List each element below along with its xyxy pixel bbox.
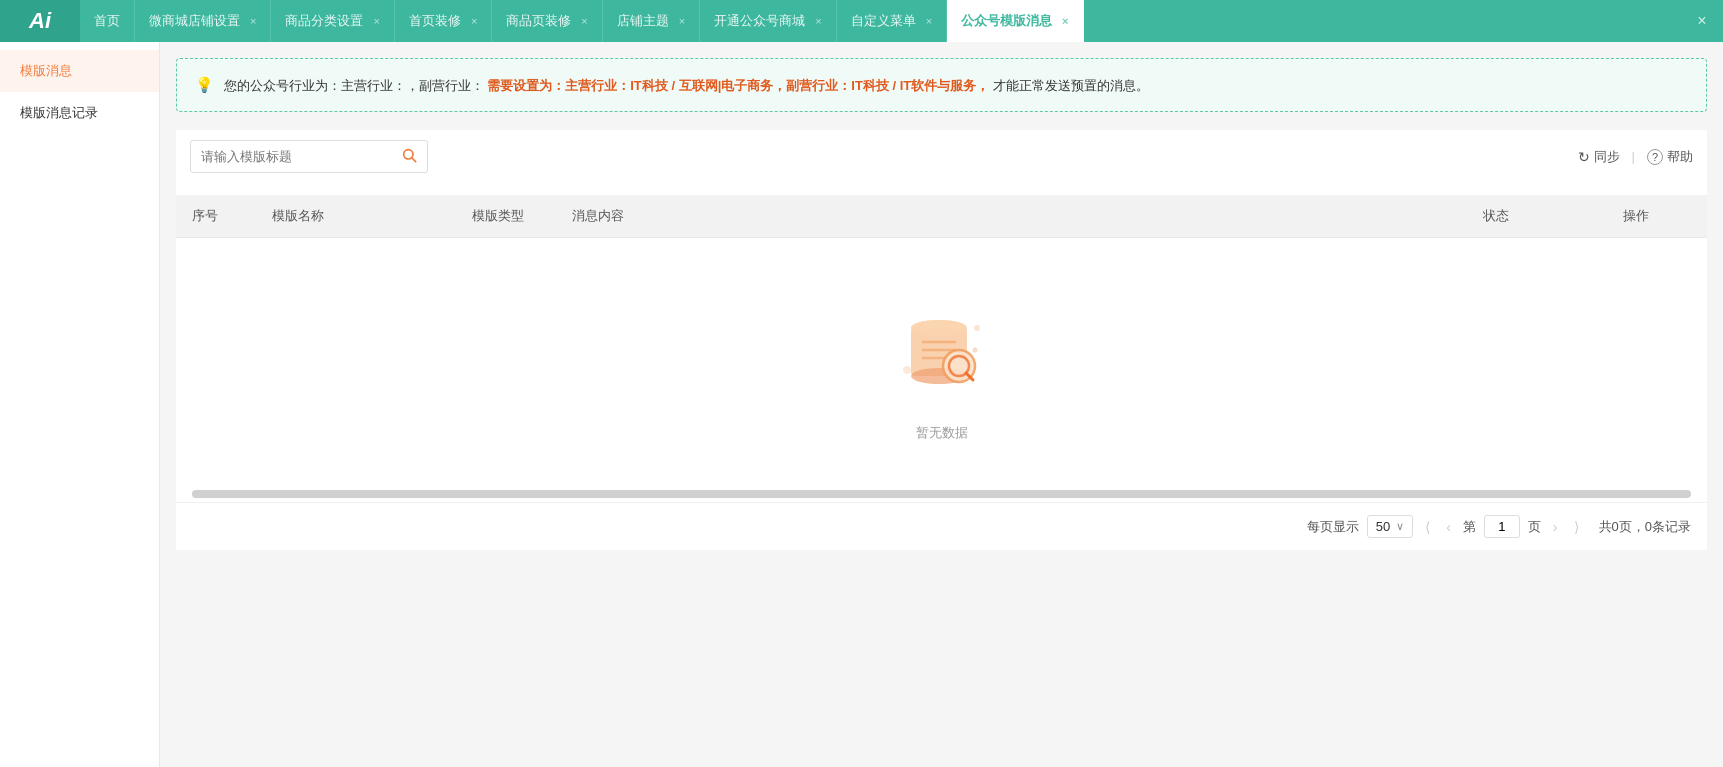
toolbar-right: ↻ 同步 | ? 帮助: [1578, 148, 1693, 166]
close-shop-theme-icon[interactable]: ×: [679, 15, 685, 27]
prev-page-button[interactable]: ‹: [1442, 517, 1455, 537]
col-action: 操作: [1607, 195, 1707, 238]
page-total: 共0页，0条记录: [1599, 518, 1691, 536]
col-content: 消息内容: [556, 195, 1467, 238]
nav-tab-home[interactable]: 首页: [80, 0, 135, 42]
main-layout: 模版消息 模版消息记录 💡 您的公众号行业为：主营行业：，副营行业： 需要设置为…: [0, 42, 1723, 767]
close-product-decor-icon[interactable]: ×: [581, 15, 587, 27]
close-open-mall-icon[interactable]: ×: [815, 15, 821, 27]
search-box: [190, 140, 428, 173]
data-table: 序号 模版名称 模版类型 消息内容 状态 操作: [176, 195, 1707, 238]
nav-tab-custom-menu[interactable]: 自定义菜单 ×: [837, 0, 947, 42]
content-area: 💡 您的公众号行业为：主营行业：，副营行业： 需要设置为：主营行业：IT科技 /…: [160, 42, 1723, 767]
app-logo: Ai: [0, 0, 80, 42]
empty-text: 暂无数据: [916, 424, 968, 442]
table-wrapper: ↻ 同步 | ? 帮助 序号 模版名称 模版类型: [176, 130, 1707, 550]
toolbar-divider: |: [1632, 149, 1635, 164]
table-header-row: 序号 模版名称 模版类型 消息内容 状态 操作: [176, 195, 1707, 238]
page-size-label: 每页显示: [1307, 518, 1359, 536]
nav-tabs: 首页 微商城店铺设置 × 商品分类设置 × 首页装修 × 商品页装修 × 店铺主…: [80, 0, 1681, 42]
nav-tab-shop-settings[interactable]: 微商城店铺设置 ×: [135, 0, 271, 42]
scroll-row: [176, 482, 1707, 502]
search-button[interactable]: [391, 141, 427, 172]
nav-tab-product-decor[interactable]: 商品页装修 ×: [492, 0, 602, 42]
col-status: 状态: [1467, 195, 1607, 238]
svg-point-12: [974, 325, 980, 331]
svg-point-13: [903, 366, 911, 374]
nav-tab-open-mall[interactable]: 开通公众号商城 ×: [700, 0, 836, 42]
close-template-msg-icon[interactable]: ×: [1062, 15, 1068, 27]
svg-point-14: [972, 348, 977, 353]
col-type: 模版类型: [456, 195, 556, 238]
svg-line-1: [412, 158, 416, 162]
sidebar-item-template-msg-log[interactable]: 模版消息记录: [0, 92, 159, 134]
col-seq: 序号: [176, 195, 256, 238]
page-unit: 页: [1528, 518, 1541, 536]
close-category-settings-icon[interactable]: ×: [373, 15, 379, 27]
close-custom-menu-icon[interactable]: ×: [926, 15, 932, 27]
chevron-down-icon: ∨: [1396, 520, 1404, 533]
search-input[interactable]: [191, 143, 391, 170]
close-shop-settings-icon[interactable]: ×: [250, 15, 256, 27]
sidebar: 模版消息 模版消息记录: [0, 42, 160, 767]
sidebar-item-template-msg[interactable]: 模版消息: [0, 50, 159, 92]
nav-tab-home-decor[interactable]: 首页装修 ×: [395, 0, 492, 42]
sync-icon: ↻: [1578, 149, 1590, 165]
notice-icon: 💡: [195, 76, 214, 93]
svg-point-5: [911, 320, 967, 336]
first-page-button[interactable]: ⟨: [1421, 517, 1434, 537]
empty-illustration: [887, 298, 997, 408]
close-home-decor-icon[interactable]: ×: [471, 15, 477, 27]
nav-tab-category-settings[interactable]: 商品分类设置 ×: [271, 0, 394, 42]
empty-state: 暂无数据: [176, 238, 1707, 482]
page-label-pre: 第: [1463, 518, 1476, 536]
close-all-tabs-button[interactable]: ×: [1681, 12, 1723, 30]
page-size-select[interactable]: 50 ∨: [1367, 515, 1413, 538]
help-button[interactable]: ? 帮助: [1647, 148, 1693, 166]
help-icon: ?: [1647, 149, 1663, 165]
col-name: 模版名称: [256, 195, 456, 238]
toolbar: ↻ 同步 | ? 帮助: [176, 130, 1707, 183]
notice-banner: 💡 您的公众号行业为：主营行业：，副营行业： 需要设置为：主营行业：IT科技 /…: [176, 58, 1707, 112]
nav-tab-template-msg[interactable]: 公众号模版消息 ×: [947, 0, 1083, 42]
nav-tab-shop-theme[interactable]: 店铺主题 ×: [603, 0, 700, 42]
pagination: 每页显示 50 ∨ ⟨ ‹ 第 页 › ⟩ 共0页，0条记录: [176, 502, 1707, 550]
next-page-button[interactable]: ›: [1549, 517, 1562, 537]
sync-button[interactable]: ↻ 同步: [1578, 148, 1620, 166]
page-number-input[interactable]: [1484, 515, 1520, 538]
horizontal-scrollbar[interactable]: [192, 490, 1691, 498]
last-page-button[interactable]: ⟩: [1570, 517, 1583, 537]
top-nav: Ai 首页 微商城店铺设置 × 商品分类设置 × 首页装修 × 商品页装修 × …: [0, 0, 1723, 42]
